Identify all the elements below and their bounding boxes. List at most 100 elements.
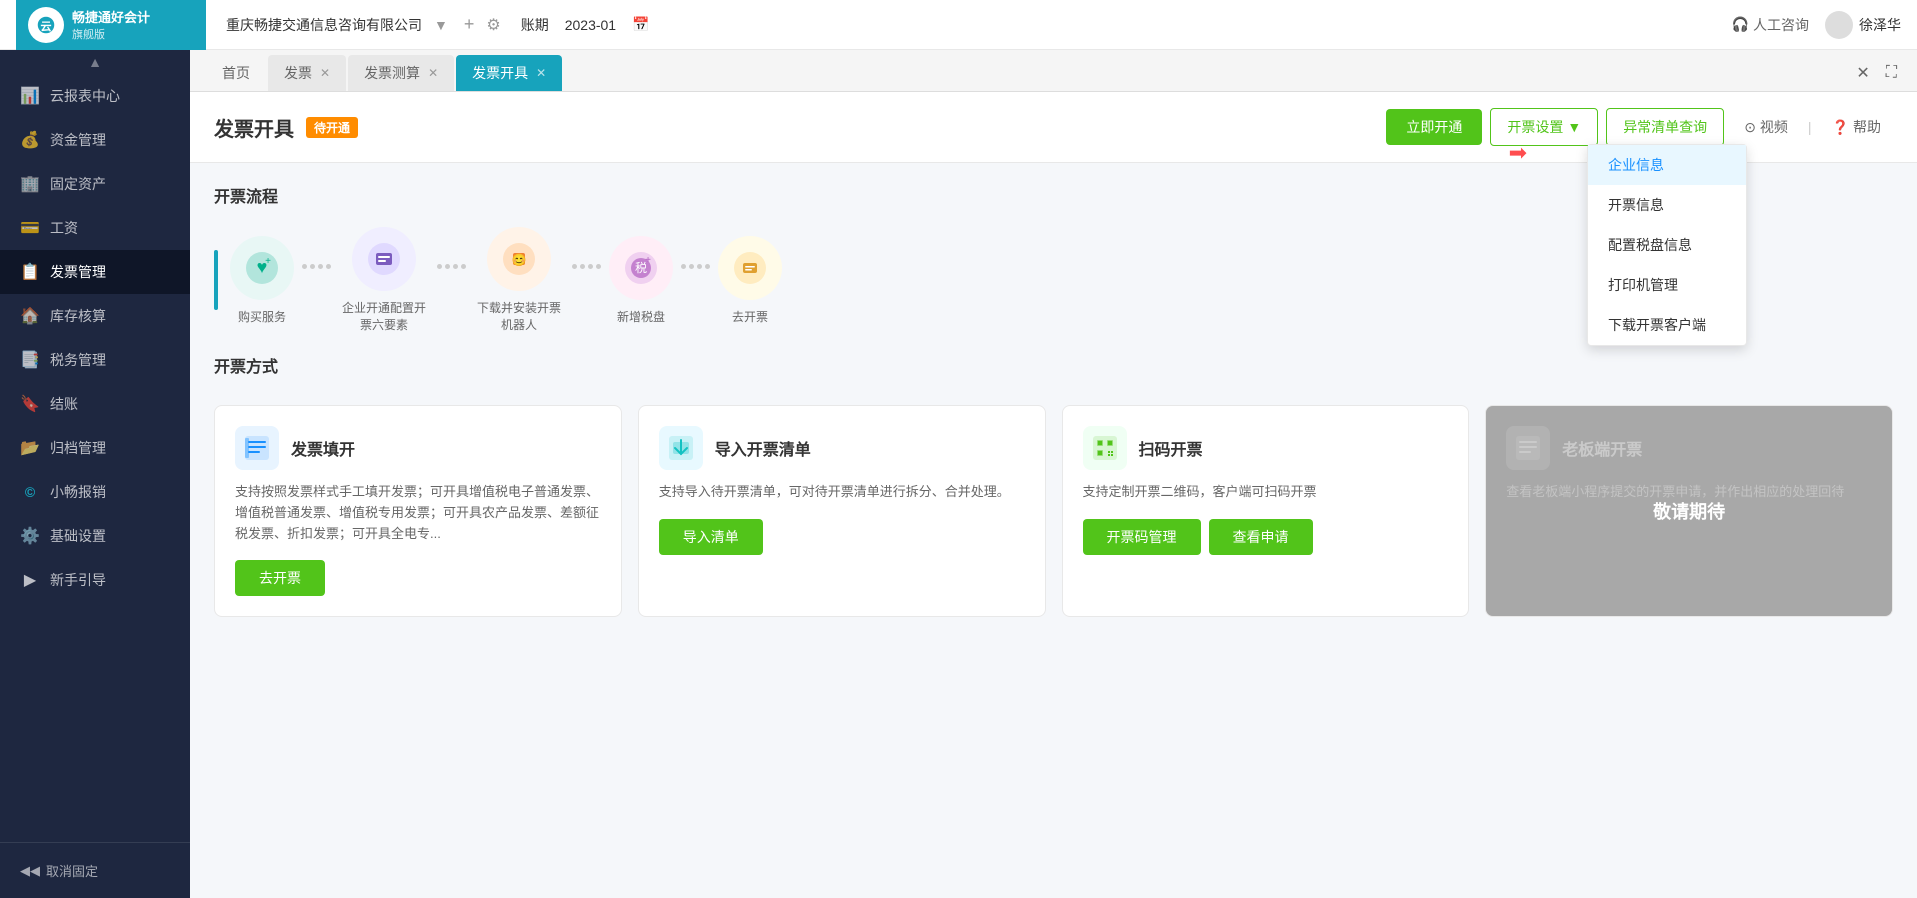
method-fill-header: 发票填开 [235,426,601,470]
close-invoice-open-tab[interactable]: ✕ [536,66,546,80]
step4-icon: 税 + [609,236,673,300]
scan-invoice-desc: 支持定制开票二维码，客户端可扫码开票 [1083,482,1449,503]
methods-section-title-area: 开票方式 [190,353,1917,405]
help-button[interactable]: ❓ 帮助 [1820,109,1893,145]
settings-nav-icon: ⚙️ [20,526,40,546]
report-sales-icon: © [20,482,40,502]
sidebar-item-archive-mgmt[interactable]: 📂 归档管理 [0,426,190,470]
fund-icon: 💰 [20,130,40,150]
flow-step-4: 税 + 新增税盘 [609,236,673,325]
settings-icon[interactable]: ⚙ [486,15,500,35]
flow-step-1: ♥ + 购买服务 [230,236,294,325]
status-badge: 待开通 [306,117,358,138]
tab-bar: 首页 发票 ✕ 发票测算 ✕ 发票开具 ✕ ✕ ⛶ [190,50,1917,92]
import-list-btn[interactable]: 导入清单 [659,519,763,555]
company-dropdown-icon[interactable]: ▼ [434,17,448,33]
chevron-down-icon: ▼ [1567,119,1581,135]
svg-text:云: 云 [41,20,52,33]
method-card-boss-invoice: 老板端开票 查看老板端小程序提交的开票申请，并作出相应的处理回待 敬请期待 [1485,405,1893,617]
calendar-icon[interactable]: 📅 [632,16,649,33]
tab-invoice-calc[interactable]: 发票测算 ✕ [348,55,454,91]
settings-dropdown: 企业信息 开票信息 配置税盘信息 打印机管理 下载开票客户端 [1587,144,1747,346]
step-border-line [214,250,218,310]
svg-text:😊: 😊 [512,253,527,267]
help-circle-icon: ❓ [1832,119,1849,136]
tab-expand-btn[interactable]: ⛶ [1882,60,1901,86]
sidebar-item-new-guide[interactable]: ▶ 新手引导 [0,558,190,602]
fill-invoice-btn[interactable]: 去开票 [235,560,325,596]
app-title: 畅捷通好会计 旗舰版 [72,7,150,42]
tab-bar-right: ✕ ⛶ [1852,59,1901,91]
archive-icon: 📂 [20,438,40,458]
step2-icon [352,227,416,291]
connector-4 [673,264,718,269]
sidebar-item-tax-mgmt[interactable]: 📑 税务管理 [0,338,190,382]
tab-invoice-open[interactable]: 发票开具 ✕ [456,55,562,91]
dropdown-arrow: ➡ [1509,140,1527,166]
step1-label: 购买服务 [238,308,286,325]
scan-invoice-buttons: 开票码管理 查看申请 [1083,519,1449,555]
qr-code-manage-btn[interactable]: 开票码管理 [1083,519,1201,555]
dropdown-item-company-info[interactable]: 企业信息 [1588,145,1746,185]
close-invoice-tab[interactable]: ✕ [320,66,330,80]
tab-close-all-btn[interactable]: ✕ [1852,59,1873,87]
sidebar-item-cloud-report[interactable]: 📊 云报表中心 [0,74,190,118]
import-list-name: 导入开票清单 [715,436,811,460]
sidebar-item-basic-settings[interactable]: ⚙️ 基础设置 [0,514,190,558]
sidebar-bottom: ◀◀ 取消固定 [0,842,190,898]
method-scan-header: 扫码开票 [1083,426,1449,470]
import-list-icon [659,426,703,470]
flow-step-3: 😊 下载并安装开票机器人 [474,227,564,333]
sidebar-item-invoice-mgmt[interactable]: 📋 发票管理 [0,250,190,294]
dropdown-item-invoice-info[interactable]: 开票信息 [1588,185,1746,225]
tax-icon: 📑 [20,350,40,370]
fill-invoice-name: 发票填开 [291,436,355,460]
method-card-import-list: 导入开票清单 支持导入待开票清单，可对待开票清单进行拆分、合并处理。 导入清单 [638,405,1046,617]
connector-2 [429,264,474,269]
settings-button[interactable]: 开票设置 ▼ [1490,108,1598,146]
sidebar-item-salary[interactable]: 💳 工资 [0,206,190,250]
sidebar-item-inventory[interactable]: 🏠 库存核算 [0,294,190,338]
dropdown-item-download-client[interactable]: 下载开票客户端 [1588,305,1746,345]
methods-grid: 发票填开 支持按照发票样式手工填开发票；可开具增值税电子普通发票、增值税普通发票… [190,405,1917,641]
add-company-btn[interactable]: + [464,14,475,35]
top-bar: 云 畅捷通好会计 旗舰版 重庆畅捷交通信息咨询有限公司 ▼ + ⚙ 账期 202… [0,0,1917,50]
abnormal-list-button[interactable]: 异常清单查询 [1606,108,1724,146]
sidebar-item-fund-mgmt[interactable]: 💰 资金管理 [0,118,190,162]
view-apply-btn[interactable]: 查看申请 [1209,519,1313,555]
consult-button[interactable]: 🎧 人工咨询 [1732,15,1809,35]
app-logo: 云 [28,7,64,43]
guide-icon: ▶ [20,570,40,590]
sidebar-scroll-up[interactable]: ▲ [0,50,190,74]
scan-invoice-name: 扫码开票 [1139,436,1203,460]
settlement-icon: 🔖 [20,394,40,414]
open-now-button[interactable]: 立即开通 [1386,109,1482,145]
fixed-assets-icon: 🏢 [20,174,40,194]
sidebar-item-fixed-assets[interactable]: 🏢 固定资产 [0,162,190,206]
invoice-icon: 📋 [20,262,40,282]
sidebar-item-report-sales[interactable]: © 小畅报销 [0,470,190,514]
sidebar: ▲ 📊 云报表中心 💰 资金管理 🏢 固定资产 💳 工资 📋 发票管理 🏠 库存… [0,50,190,898]
dropdown-item-tax-disk[interactable]: 配置税盘信息 [1588,225,1746,265]
content-area: 首页 发票 ✕ 发票测算 ✕ 发票开具 ✕ ✕ ⛶ 发票开具 [190,50,1917,898]
connector-1 [294,264,339,269]
video-button[interactable]: ⊙ 视频 [1732,109,1800,145]
close-invoice-calc-tab[interactable]: ✕ [428,66,438,80]
import-list-desc: 支持导入待开票清单，可对待开票清单进行拆分、合并处理。 [659,482,1025,503]
tab-home[interactable]: 首页 [206,55,266,91]
cloud-report-icon: 📊 [20,86,40,106]
play-circle-icon: ⊙ [1744,119,1756,136]
dropdown-item-printer[interactable]: 打印机管理 [1588,265,1746,305]
user-avatar [1825,11,1853,39]
top-bar-right: 🎧 人工咨询 徐泽华 [1732,11,1901,39]
method-import-header: 导入开票清单 [659,426,1025,470]
step2-label: 企业开通配置开票六要素 [339,299,429,333]
cancel-fixed-btn[interactable]: ◀◀ 取消固定 [0,851,190,890]
method-card-scan-invoice: 扫码开票 支持定制开票二维码，客户端可扫码开票 开票码管理 查看申请 [1062,405,1470,617]
boss-invoice-overlay: 敬请期待 [1486,406,1892,616]
user-info[interactable]: 徐泽华 [1825,11,1901,39]
fill-invoice-icon [235,426,279,470]
methods-title: 开票方式 [214,353,1893,377]
sidebar-item-settlement[interactable]: 🔖 结账 [0,382,190,426]
tab-invoice[interactable]: 发票 ✕ [268,55,346,91]
